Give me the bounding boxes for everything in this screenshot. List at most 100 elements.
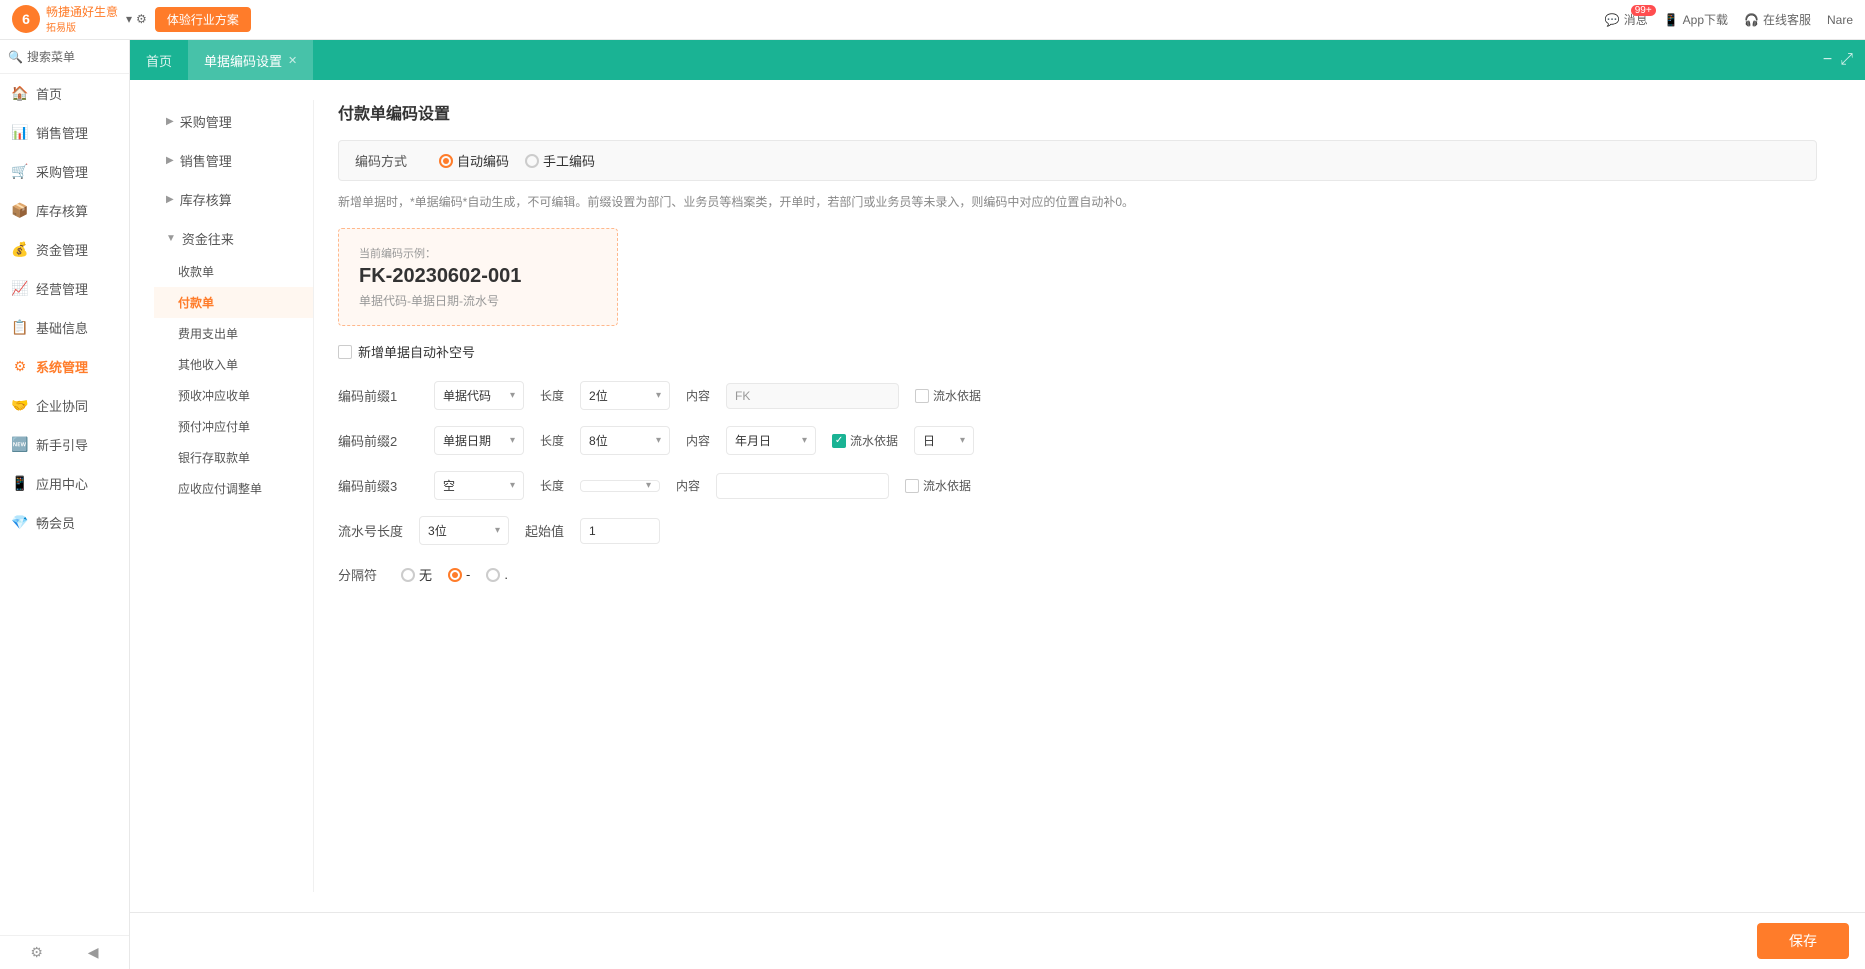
prefix1-stream-checkbox[interactable]: [915, 389, 929, 403]
sep-dash-circle: [448, 568, 462, 582]
sidebar-item-finance[interactable]: 💰 资金管理: [0, 230, 129, 269]
tab-voucher-settings[interactable]: 单据编码设置 ✕: [188, 40, 313, 80]
sidebar-collapse-btn[interactable]: ◀: [88, 944, 99, 961]
inner-item-bank-deposit[interactable]: 银行存取款单: [154, 442, 313, 473]
sep-none[interactable]: 无: [401, 565, 432, 584]
sidebar-item-operations[interactable]: 📈 经营管理: [0, 269, 129, 308]
brand-text-block: 畅捷通好生意 拓易版: [46, 5, 118, 34]
prefix3-content-input[interactable]: [716, 473, 889, 499]
top-bar: 6 畅捷通好生意 拓易版 ▾ ⚙ 体验行业方案 💬 消息 99+ 📱 App下载…: [0, 0, 1865, 40]
search-icon: 🔍: [8, 50, 23, 64]
maximize-btn[interactable]: ⤢: [1840, 51, 1853, 69]
inner-item-payment[interactable]: 付款单: [154, 287, 313, 318]
radio-manual[interactable]: 手工编码: [525, 151, 595, 170]
save-button[interactable]: 保存: [1757, 923, 1849, 959]
prefix2-content-select[interactable]: 年月日: [726, 426, 816, 455]
prefix1-length-select[interactable]: 2位: [580, 381, 670, 410]
app-download-btn[interactable]: 📱 App下载: [1664, 11, 1728, 28]
serial-length-select[interactable]: 3位: [419, 516, 509, 545]
home-icon: 🏠: [12, 86, 28, 102]
sidebar-item-guide[interactable]: 🆕 新手引导: [0, 425, 129, 464]
serial-row: 流水号长度 3位 起始值: [338, 516, 1817, 545]
prefix2-stream-label: 流水依据: [850, 432, 898, 449]
prefix3-length-select[interactable]: [580, 480, 660, 492]
message-btn[interactable]: 💬 消息 99+: [1605, 11, 1648, 28]
auto-fill-checkbox[interactable]: [338, 345, 352, 359]
sidebar-settings-btn[interactable]: ⚙: [30, 944, 43, 961]
inner-item-expense[interactable]: 费用支出单: [154, 318, 313, 349]
sidebar-item-home[interactable]: 🏠 首页: [0, 74, 129, 113]
inner-item-prepay-receivable[interactable]: 预收冲应收单: [154, 380, 313, 411]
nav-dropdown-arrow[interactable]: ▾: [126, 12, 132, 26]
operations-icon: 📈: [12, 281, 28, 297]
auto-fill-label: 新增单据自动补空号: [358, 342, 475, 361]
serial-length-value: 3位: [428, 522, 447, 539]
serial-start-input[interactable]: [580, 518, 660, 544]
prefix1-content-input[interactable]: [726, 383, 899, 409]
top-bar-nav[interactable]: ▾ ⚙: [126, 12, 147, 26]
prefix1-stream[interactable]: 流水依据: [915, 387, 981, 404]
prefix3-stream-checkbox[interactable]: [905, 479, 919, 493]
form-row-prefix2: 编码前缀2 单据日期 长度 8位 内容 年月日 ✓: [338, 426, 1817, 455]
sidebar-item-system[interactable]: ⚙ 系统管理: [0, 347, 129, 386]
sidebar-item-sales[interactable]: 📊 销售管理: [0, 113, 129, 152]
prefix1-select[interactable]: 单据代码: [434, 381, 524, 410]
sidebar-item-purchase[interactable]: 🛒 采购管理: [0, 152, 129, 191]
radio-manual-label: 手工编码: [543, 151, 595, 170]
preview-code: FK-20230602-001: [359, 265, 597, 288]
sep-dot[interactable]: .: [486, 567, 508, 582]
user-name[interactable]: Nare: [1827, 13, 1853, 27]
sidebar-item-cooperation[interactable]: 🤝 企业协同: [0, 386, 129, 425]
tab-close-btn[interactable]: ✕: [288, 54, 297, 67]
sidebar-item-label: 应用中心: [36, 474, 88, 493]
inner-group-purchase-header[interactable]: ▶ 采购管理: [154, 104, 313, 139]
inner-group-fund-header[interactable]: ▼ 资金往来: [154, 221, 313, 256]
inner-item-receipt[interactable]: 收款单: [154, 256, 313, 287]
system-icon: ⚙: [12, 359, 28, 375]
inner-item-prepay-payable[interactable]: 预付冲应付单: [154, 411, 313, 442]
sidebar-item-label: 系统管理: [36, 357, 88, 376]
radio-auto[interactable]: 自动编码: [439, 151, 509, 170]
sidebar-item-inventory[interactable]: 📦 库存核算: [0, 191, 129, 230]
sidebar-item-basic[interactable]: 📋 基础信息: [0, 308, 129, 347]
inner-item-label: 费用支出单: [178, 327, 238, 341]
sidebar-item-label: 采购管理: [36, 162, 88, 181]
prefix2-select[interactable]: 单据日期: [434, 426, 524, 455]
sidebar-item-apps[interactable]: 📱 应用中心: [0, 464, 129, 503]
sidebar-item-label: 经营管理: [36, 279, 88, 298]
sep-dash[interactable]: -: [448, 567, 470, 582]
prefix3-select[interactable]: 空: [434, 471, 524, 500]
tab-voucher-label: 单据编码设置: [204, 51, 282, 70]
inner-item-other-income[interactable]: 其他收入单: [154, 349, 313, 380]
service-btn[interactable]: 🎧 在线客服: [1744, 11, 1811, 28]
brand-sub: 拓易版: [46, 19, 118, 34]
guide-icon: 🆕: [12, 437, 28, 453]
inner-item-ar-ap-adjust[interactable]: 应收应付调整单: [154, 473, 313, 504]
minimize-btn[interactable]: −: [1823, 51, 1832, 69]
prefix1-length-label: 长度: [540, 387, 564, 404]
inner-item-label: 应收应付调整单: [178, 482, 262, 496]
prefix2-length-select[interactable]: 8位: [580, 426, 670, 455]
inner-group-sales-header[interactable]: ▶ 销售管理: [154, 143, 313, 178]
settings-icon[interactable]: ⚙: [136, 12, 147, 26]
sidebar-item-member[interactable]: 💎 畅会员: [0, 503, 129, 542]
prefix1-stream-label: 流水依据: [933, 387, 981, 404]
sidebar-item-label: 新手引导: [36, 435, 88, 454]
inner-item-label: 预付冲应付单: [178, 420, 250, 434]
prefix2-stream[interactable]: ✓ 流水依据: [832, 432, 898, 449]
prefix2-stream-checkbox[interactable]: ✓: [832, 434, 846, 448]
trial-btn[interactable]: 体验行业方案: [155, 7, 251, 32]
inner-group-fund: ▼ 资金往来 收款单 付款单 费用支出单 其他收入单: [154, 221, 313, 504]
encode-radio-group: 自动编码 手工编码: [439, 151, 595, 170]
tab-home[interactable]: 首页: [130, 40, 188, 80]
sidebar-item-label: 库存核算: [36, 201, 88, 220]
basic-icon: 📋: [12, 320, 28, 336]
prefix3-stream[interactable]: 流水依据: [905, 477, 971, 494]
group-label: 销售管理: [180, 151, 232, 170]
group-label: 采购管理: [180, 112, 232, 131]
prefix2-content-label: 内容: [686, 432, 710, 449]
sidebar-search[interactable]: 🔍 搜索菜单: [0, 40, 129, 74]
prefix2-period-select[interactable]: 日: [914, 426, 974, 455]
inner-group-inventory-header[interactable]: ▶ 库存核算: [154, 182, 313, 217]
inner-item-label: 收款单: [178, 265, 214, 279]
